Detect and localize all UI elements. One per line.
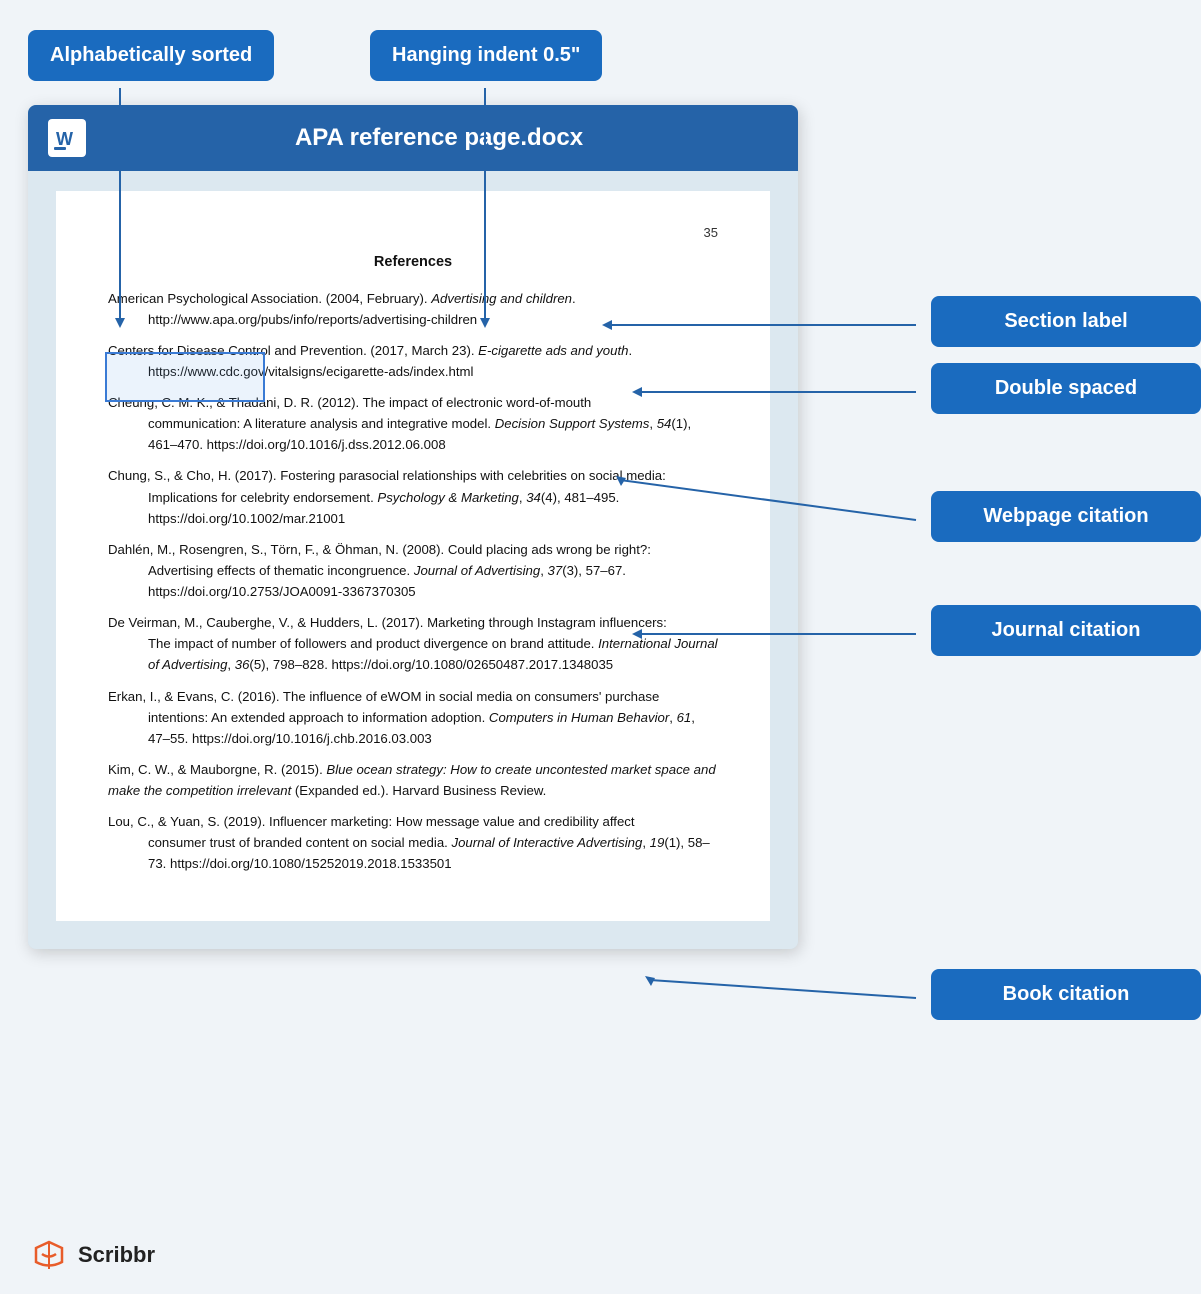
references-heading: References — [108, 251, 718, 273]
ref-first-line: American Psychological Association. (200… — [108, 288, 718, 309]
ref-continuation: https://www.cdc.gov/vitalsigns/ecigarett… — [108, 361, 718, 382]
badge-alphabetically-sorted: Alphabetically sorted — [28, 30, 274, 81]
list-item: Chung, S., & Cho, H. (2017). Fostering p… — [108, 465, 718, 528]
ref-first-line: Dahlén, M., Rosengren, S., Törn, F., & Ö… — [108, 539, 718, 560]
ref-first-line: Kim, C. W., & Mauborgne, R. (2015). Blue… — [108, 759, 718, 801]
badge-webpage-citation: Webpage citation — [931, 491, 1201, 542]
badge-double-spaced: Double spaced — [931, 363, 1201, 414]
ref-continuation: Implications for celebrity endorsement. … — [108, 487, 718, 529]
ref-continuation: http://www.apa.org/pubs/info/reports/adv… — [108, 309, 718, 330]
list-item: Erkan, I., & Evans, C. (2016). The influ… — [108, 686, 718, 749]
ref-continuation: Advertising effects of thematic incongru… — [108, 560, 718, 602]
ref-continuation: consumer trust of branded content on soc… — [108, 832, 718, 874]
ref-first-line: Centers for Disease Control and Preventi… — [108, 340, 718, 361]
ref-first-line: Chung, S., & Cho, H. (2017). Fostering p… — [108, 465, 718, 486]
word-icon: W — [48, 119, 86, 157]
scribbr-logo: Scribbr — [28, 1234, 155, 1276]
scribbr-name: Scribbr — [78, 1242, 155, 1268]
list-item: De Veirman, M., Cauberghe, V., & Hudders… — [108, 612, 718, 675]
badge-book-citation: Book citation — [931, 969, 1201, 1020]
badge-journal-citation: Journal citation — [931, 605, 1201, 656]
page-number: 35 — [108, 223, 718, 243]
ref-first-line: De Veirman, M., Cauberghe, V., & Hudders… — [108, 612, 718, 633]
svg-text:W: W — [56, 129, 73, 149]
ref-first-line: Erkan, I., & Evans, C. (2016). The influ… — [108, 686, 718, 707]
main-container: Alphabetically sorted Hanging indent 0.5… — [0, 0, 1201, 1294]
doc-body: 35 References American Psychological Ass… — [28, 171, 798, 949]
list-item: Dahlén, M., Rosengren, S., Törn, F., & Ö… — [108, 539, 718, 602]
ref-continuation: The impact of number of followers and pr… — [108, 633, 718, 675]
list-item: Kim, C. W., & Mauborgne, R. (2015). Blue… — [108, 759, 718, 801]
document-window: W APA reference page.docx 35 References … — [28, 105, 798, 949]
badge-section-label: Section label — [931, 296, 1201, 347]
list-item: Centers for Disease Control and Preventi… — [108, 340, 718, 382]
list-item: Lou, C., & Yuan, S. (2019). Influencer m… — [108, 811, 718, 874]
badge-hanging-indent: Hanging indent 0.5" — [370, 30, 602, 81]
scribbr-footer: Scribbr — [28, 1234, 155, 1276]
doc-title: APA reference page.docx — [100, 124, 778, 152]
list-item: American Psychological Association. (200… — [108, 288, 718, 330]
scribbr-icon — [28, 1234, 70, 1276]
ref-first-line: Lou, C., & Yuan, S. (2019). Influencer m… — [108, 811, 718, 832]
ref-first-line: Cheung, C. M. K., & Thadani, D. R. (2012… — [108, 392, 718, 413]
ref-continuation: intentions: An extended approach to info… — [108, 707, 718, 749]
doc-titlebar: W APA reference page.docx — [28, 105, 798, 171]
paper-page: 35 References American Psychological Ass… — [56, 191, 770, 921]
ref-continuation: communication: A literature analysis and… — [108, 413, 718, 455]
list-item: Cheung, C. M. K., & Thadani, D. R. (2012… — [108, 392, 718, 455]
